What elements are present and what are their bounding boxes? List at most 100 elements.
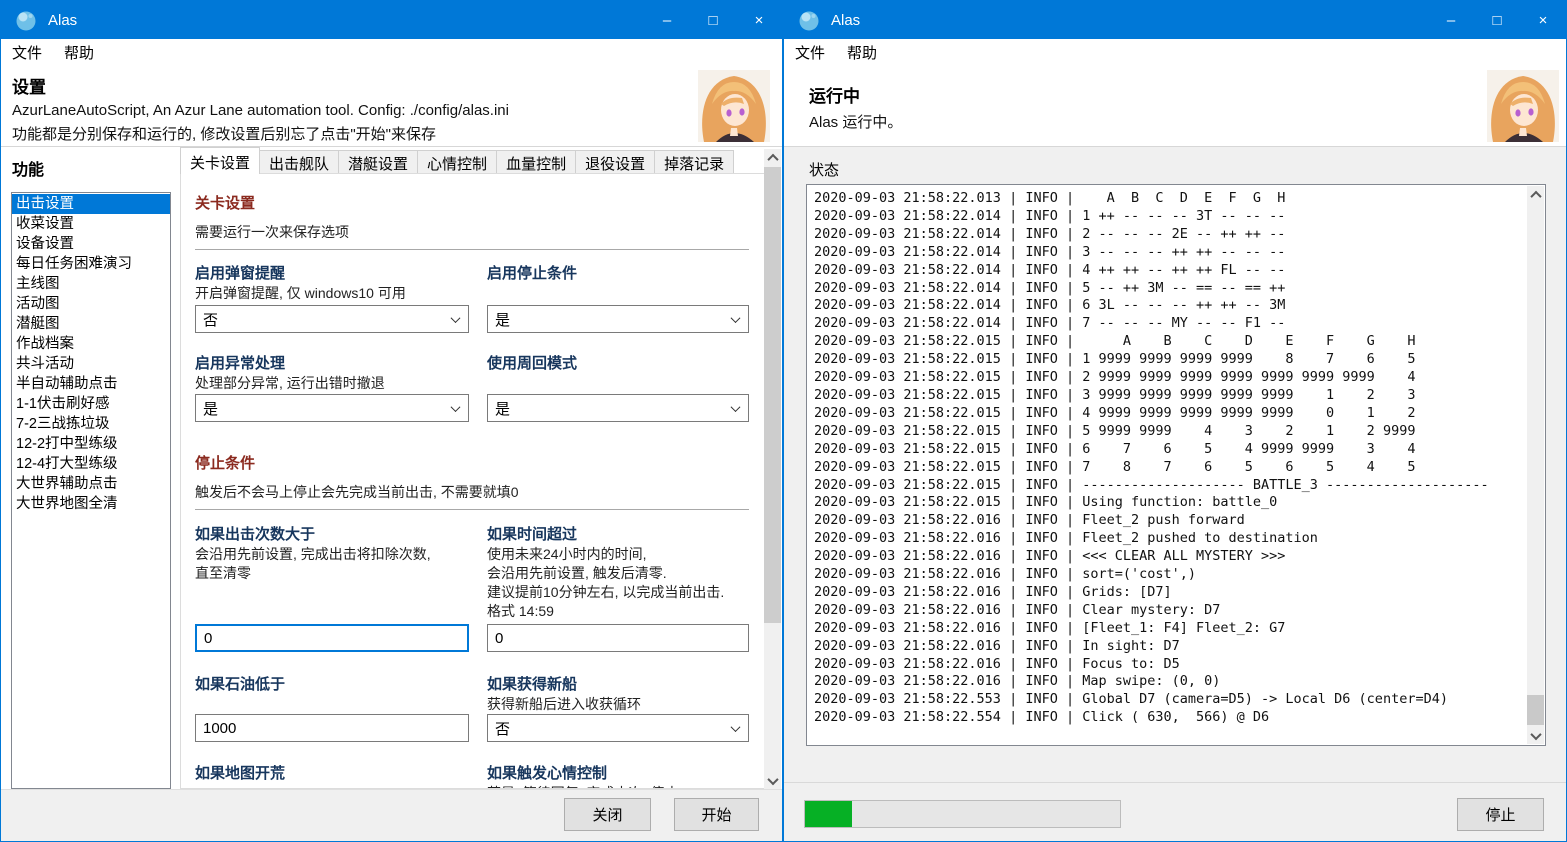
scroll-up-icon[interactable]: [764, 149, 781, 166]
sidebar-item[interactable]: 作战档案: [12, 334, 170, 354]
log-scrollbar[interactable]: [1527, 186, 1544, 744]
start-button[interactable]: 开始: [674, 798, 759, 831]
minimize-button[interactable]: –: [1428, 1, 1474, 39]
dropdown[interactable]: 是: [487, 394, 749, 422]
titlebar: Alas – □ ×: [1, 1, 782, 39]
log-output[interactable]: 2020-09-03 21:58:22.013 | INFO | A B C D…: [806, 184, 1546, 746]
log-line: 2020-09-03 21:58:22.016 | INFO | Fleet_2…: [814, 530, 1545, 548]
sidebar-item[interactable]: 1-1伏击刷好感: [12, 394, 170, 414]
close-button[interactable]: 关闭: [564, 798, 651, 831]
scrollbar-thumb[interactable]: [1527, 695, 1544, 725]
menu-item[interactable]: 文件: [12, 42, 42, 63]
scroll-up-icon[interactable]: [1527, 186, 1544, 203]
text-input[interactable]: 0: [487, 624, 749, 652]
log-line: 2020-09-03 21:58:22.015 | INFO | 7 8 7 6…: [814, 459, 1545, 477]
log-line: 2020-09-03 21:58:22.015 | INFO | 6 7 6 5…: [814, 441, 1545, 459]
menu-item[interactable]: 文件: [795, 42, 825, 63]
sidebar-item[interactable]: 半自动辅助点击: [12, 374, 170, 394]
sidebar-item[interactable]: 共斗活动: [12, 354, 170, 374]
tab-7[interactable]: 掉落记录: [654, 150, 734, 174]
page-title: 设置: [12, 73, 782, 98]
field-label: 如果出击次数大于: [195, 523, 469, 545]
sidebar-item[interactable]: 收菜设置: [12, 214, 170, 234]
field-label: 启用弹窗提醒: [195, 262, 469, 284]
sidebar-title: 功能: [12, 156, 44, 180]
section-desc: 触发后不会马上停止会先完成当前出击, 不需要就填0: [195, 482, 749, 502]
header-description-1: AzurLaneAutoScript, An Azur Lane automat…: [12, 102, 782, 119]
log-line: 2020-09-03 21:58:22.016 | INFO | In sigh…: [814, 638, 1545, 656]
sidebar-item[interactable]: 出击设置: [12, 194, 170, 214]
function-list: 出击设置收菜设置设备设置每日任务困难演习主线图活动图潜艇图作战档案共斗活动半自动…: [11, 192, 171, 789]
sidebar-item[interactable]: 7-2三战拣垃圾: [12, 414, 170, 434]
form-field: 如果地图开荒: [195, 762, 469, 789]
tab-1[interactable]: 关卡设置: [180, 147, 260, 174]
form-field: 如果石油低于1000: [195, 673, 469, 742]
sidebar-item[interactable]: 12-2打中型练级: [12, 434, 170, 454]
avatar: [698, 70, 770, 142]
settings-scrollbar[interactable]: [764, 149, 781, 789]
form-field: 如果获得新船获得新船后进入收获循环否: [487, 673, 749, 742]
tab-3[interactable]: 潜艇设置: [338, 150, 418, 174]
log-line: 2020-09-03 21:58:22.016 | INFO | [Fleet_…: [814, 620, 1545, 638]
tab-6[interactable]: 退役设置: [575, 150, 655, 174]
sidebar-item[interactable]: 潜艇图: [12, 314, 170, 334]
text-input[interactable]: 0: [195, 624, 469, 652]
avatar: [1487, 70, 1559, 142]
tab-4[interactable]: 心情控制: [417, 150, 497, 174]
log-line: 2020-09-03 21:58:22.014 | INFO | 1 ++ --…: [814, 208, 1545, 226]
log-line: 2020-09-03 21:58:22.014 | INFO | 3 -- --…: [814, 244, 1545, 262]
menubar: 文件 帮助: [784, 39, 1566, 66]
field-label: 使用周回模式: [487, 352, 749, 374]
form-row: 如果石油低于1000 如果获得新船获得新船后进入收获循环否: [195, 673, 749, 742]
close-window-button[interactable]: ×: [1520, 1, 1566, 39]
status-subtitle: Alas 运行中。: [809, 111, 1566, 132]
field-desc: 格式 14:59: [487, 602, 749, 621]
menu-item[interactable]: 帮助: [64, 42, 94, 63]
log-line: 2020-09-03 21:58:22.015 | INFO | 3 9999 …: [814, 387, 1545, 405]
sidebar-item[interactable]: 大世界地图全清: [12, 494, 170, 514]
field-desc: 直至清零: [195, 564, 469, 583]
text-input[interactable]: 1000: [195, 714, 469, 742]
maximize-button[interactable]: □: [690, 1, 736, 39]
sidebar-item[interactable]: 活动图: [12, 294, 170, 314]
field-desc: 使用未来24小时内的时间,: [487, 545, 749, 564]
field-label: 启用停止条件: [487, 262, 749, 284]
log-line: 2020-09-03 21:58:22.014 | INFO | 7 -- --…: [814, 315, 1545, 333]
sidebar-item[interactable]: 大世界辅助点击: [12, 474, 170, 494]
stop-button[interactable]: 停止: [1457, 798, 1544, 831]
scroll-down-icon[interactable]: [1527, 727, 1544, 744]
sidebar-item[interactable]: 12-4打大型练级: [12, 454, 170, 474]
settings-header: 设置 AzurLaneAutoScript, An Azur Lane auto…: [1, 66, 782, 147]
log-line: 2020-09-03 21:58:22.014 | INFO | 6 3L --…: [814, 297, 1545, 315]
tab-2[interactable]: 出击舰队: [259, 150, 339, 174]
sidebar-item[interactable]: 每日任务困难演习: [12, 254, 170, 274]
maximize-button[interactable]: □: [1474, 1, 1520, 39]
status-area: 状态 2020-09-03 21:58:22.013 | INFO | A B …: [784, 147, 1566, 782]
runner-header: 运行中 Alas 运行中。: [784, 66, 1566, 147]
chevron-down-icon: [451, 313, 461, 323]
tab-5[interactable]: 血量控制: [496, 150, 576, 174]
dropdown[interactable]: 是: [487, 305, 749, 333]
dropdown[interactable]: 否: [195, 305, 469, 333]
sidebar-item[interactable]: 主线图: [12, 274, 170, 294]
log-line: 2020-09-03 21:58:22.016 | INFO | <<< CLE…: [814, 548, 1545, 566]
menu-item[interactable]: 帮助: [847, 42, 877, 63]
dropdown[interactable]: 是: [195, 394, 469, 422]
log-line: 2020-09-03 21:58:22.016 | INFO | Grids: …: [814, 584, 1545, 602]
field-desc: 会沿用先前设置, 完成出击将扣除次数,: [195, 545, 469, 564]
dropdown-value: 是: [495, 309, 510, 330]
field-label: 如果地图开荒: [195, 762, 469, 784]
dropdown-value: 是: [495, 398, 510, 419]
dropdown[interactable]: 否: [487, 714, 749, 742]
close-window-button[interactable]: ×: [736, 1, 782, 39]
minimize-button[interactable]: –: [644, 1, 690, 39]
sidebar-item[interactable]: 设备设置: [12, 234, 170, 254]
window-title: Alas: [48, 12, 77, 29]
log-line: 2020-09-03 21:58:22.016 | INFO | sort=('…: [814, 566, 1545, 584]
dropdown-value: 否: [203, 309, 218, 330]
alas-app-icon: [797, 8, 821, 32]
log-line: 2020-09-03 21:58:22.015 | INFO | Using f…: [814, 494, 1545, 512]
scroll-down-icon[interactable]: [764, 772, 781, 789]
scrollbar-thumb[interactable]: [764, 167, 781, 623]
header-description-2: 功能都是分别保存和运行的, 修改设置后别忘了点击"开始"来保存: [12, 123, 782, 144]
